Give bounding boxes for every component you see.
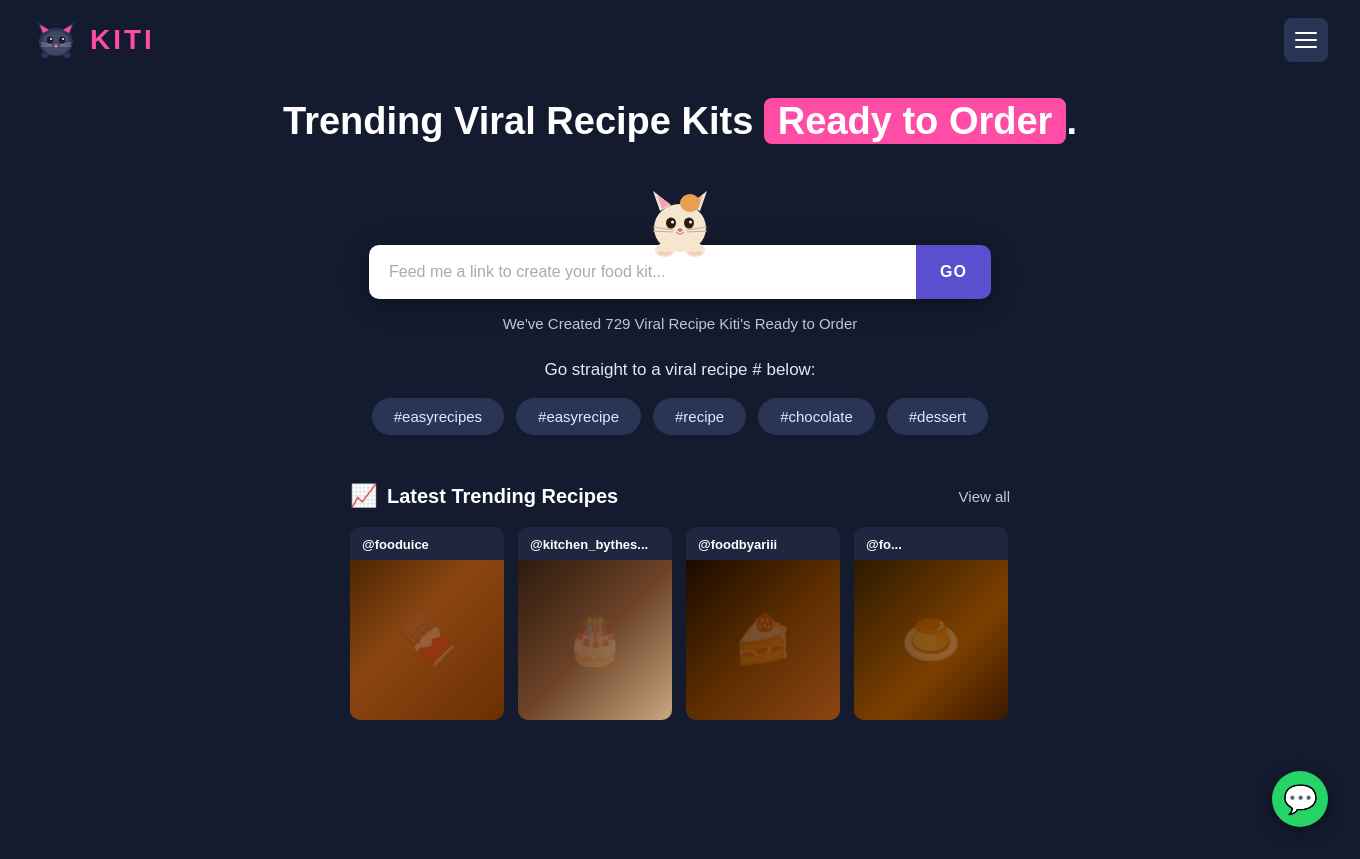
- mascot-cat-icon: [635, 173, 725, 263]
- subtitle-text: We've Created 729 Viral Recipe Kiti's Re…: [503, 315, 858, 332]
- svg-point-8: [50, 38, 52, 40]
- go-button[interactable]: GO: [916, 245, 991, 299]
- recipe-card-4[interactable]: @fo...: [854, 527, 1008, 720]
- logo-area: KITI: [32, 16, 155, 64]
- tags-container: #easyrecipes #easyrecipe #recipe #chocol…: [372, 398, 989, 435]
- recipe-cards-container: @fooduice @kitchen_bythes... @foodbyarii…: [350, 527, 1010, 720]
- svg-point-16: [63, 52, 71, 58]
- headline-highlight: Ready to Order: [764, 98, 1067, 144]
- trend-arrow-icon: 📈: [350, 483, 377, 509]
- recipe-image-4: [854, 560, 1008, 720]
- svg-point-10: [55, 44, 58, 46]
- whatsapp-fab[interactable]: 💬: [1272, 771, 1328, 827]
- recipe-handle-4: @fo...: [854, 527, 1008, 560]
- svg-point-9: [62, 38, 64, 40]
- svg-point-6: [47, 37, 53, 44]
- tag-chocolate[interactable]: #chocolate: [758, 398, 875, 435]
- recipe-card-1[interactable]: @fooduice: [350, 527, 504, 720]
- svg-point-26: [689, 221, 692, 224]
- menu-line-3: [1295, 46, 1317, 48]
- recipe-handle-1: @fooduice: [350, 527, 504, 560]
- trending-section: 📈 Latest Trending Recipes View all @food…: [350, 483, 1010, 720]
- svg-point-5: [42, 31, 70, 55]
- tag-dessert[interactable]: #dessert: [887, 398, 989, 435]
- recipe-image-3: [686, 560, 840, 720]
- logo-cat-icon: [32, 16, 80, 64]
- recipe-image-1: [350, 560, 504, 720]
- mascot-area: [635, 173, 725, 263]
- headline: Trending Viral Recipe Kits Ready to Orde…: [283, 100, 1077, 143]
- main-content: Trending Viral Recipe Kits Ready to Orde…: [0, 80, 1360, 760]
- recipe-handle-3: @foodbyariii: [686, 527, 840, 560]
- menu-line-2: [1295, 39, 1317, 41]
- viral-label: Go straight to a viral recipe # below:: [544, 360, 815, 380]
- recipe-image-2: [518, 560, 672, 720]
- logo-text: KITI: [90, 24, 155, 56]
- svg-point-23: [666, 218, 676, 229]
- header: KITI: [0, 0, 1360, 80]
- tag-easyrecipes[interactable]: #easyrecipes: [372, 398, 504, 435]
- recipe-card-2[interactable]: @kitchen_bythes...: [518, 527, 672, 720]
- svg-point-7: [59, 37, 65, 44]
- trending-title: Latest Trending Recipes: [387, 485, 618, 508]
- svg-point-27: [678, 228, 683, 232]
- svg-point-25: [671, 221, 674, 224]
- tag-easyrecipe[interactable]: #easyrecipe: [516, 398, 641, 435]
- svg-point-24: [684, 218, 694, 229]
- recipe-card-3[interactable]: @foodbyariii: [686, 527, 840, 720]
- recipe-handle-2: @kitchen_bythes...: [518, 527, 672, 560]
- view-all-link[interactable]: View all: [959, 488, 1010, 505]
- menu-line-1: [1295, 32, 1317, 34]
- trending-header: 📈 Latest Trending Recipes View all: [350, 483, 1010, 509]
- svg-point-39: [696, 251, 702, 255]
- trending-title-area: 📈 Latest Trending Recipes: [350, 483, 618, 509]
- menu-button[interactable]: [1284, 18, 1328, 62]
- svg-point-22: [680, 194, 700, 212]
- whatsapp-icon: 💬: [1283, 783, 1318, 816]
- svg-point-15: [41, 52, 49, 58]
- tag-recipe[interactable]: #recipe: [653, 398, 746, 435]
- svg-point-36: [666, 251, 672, 255]
